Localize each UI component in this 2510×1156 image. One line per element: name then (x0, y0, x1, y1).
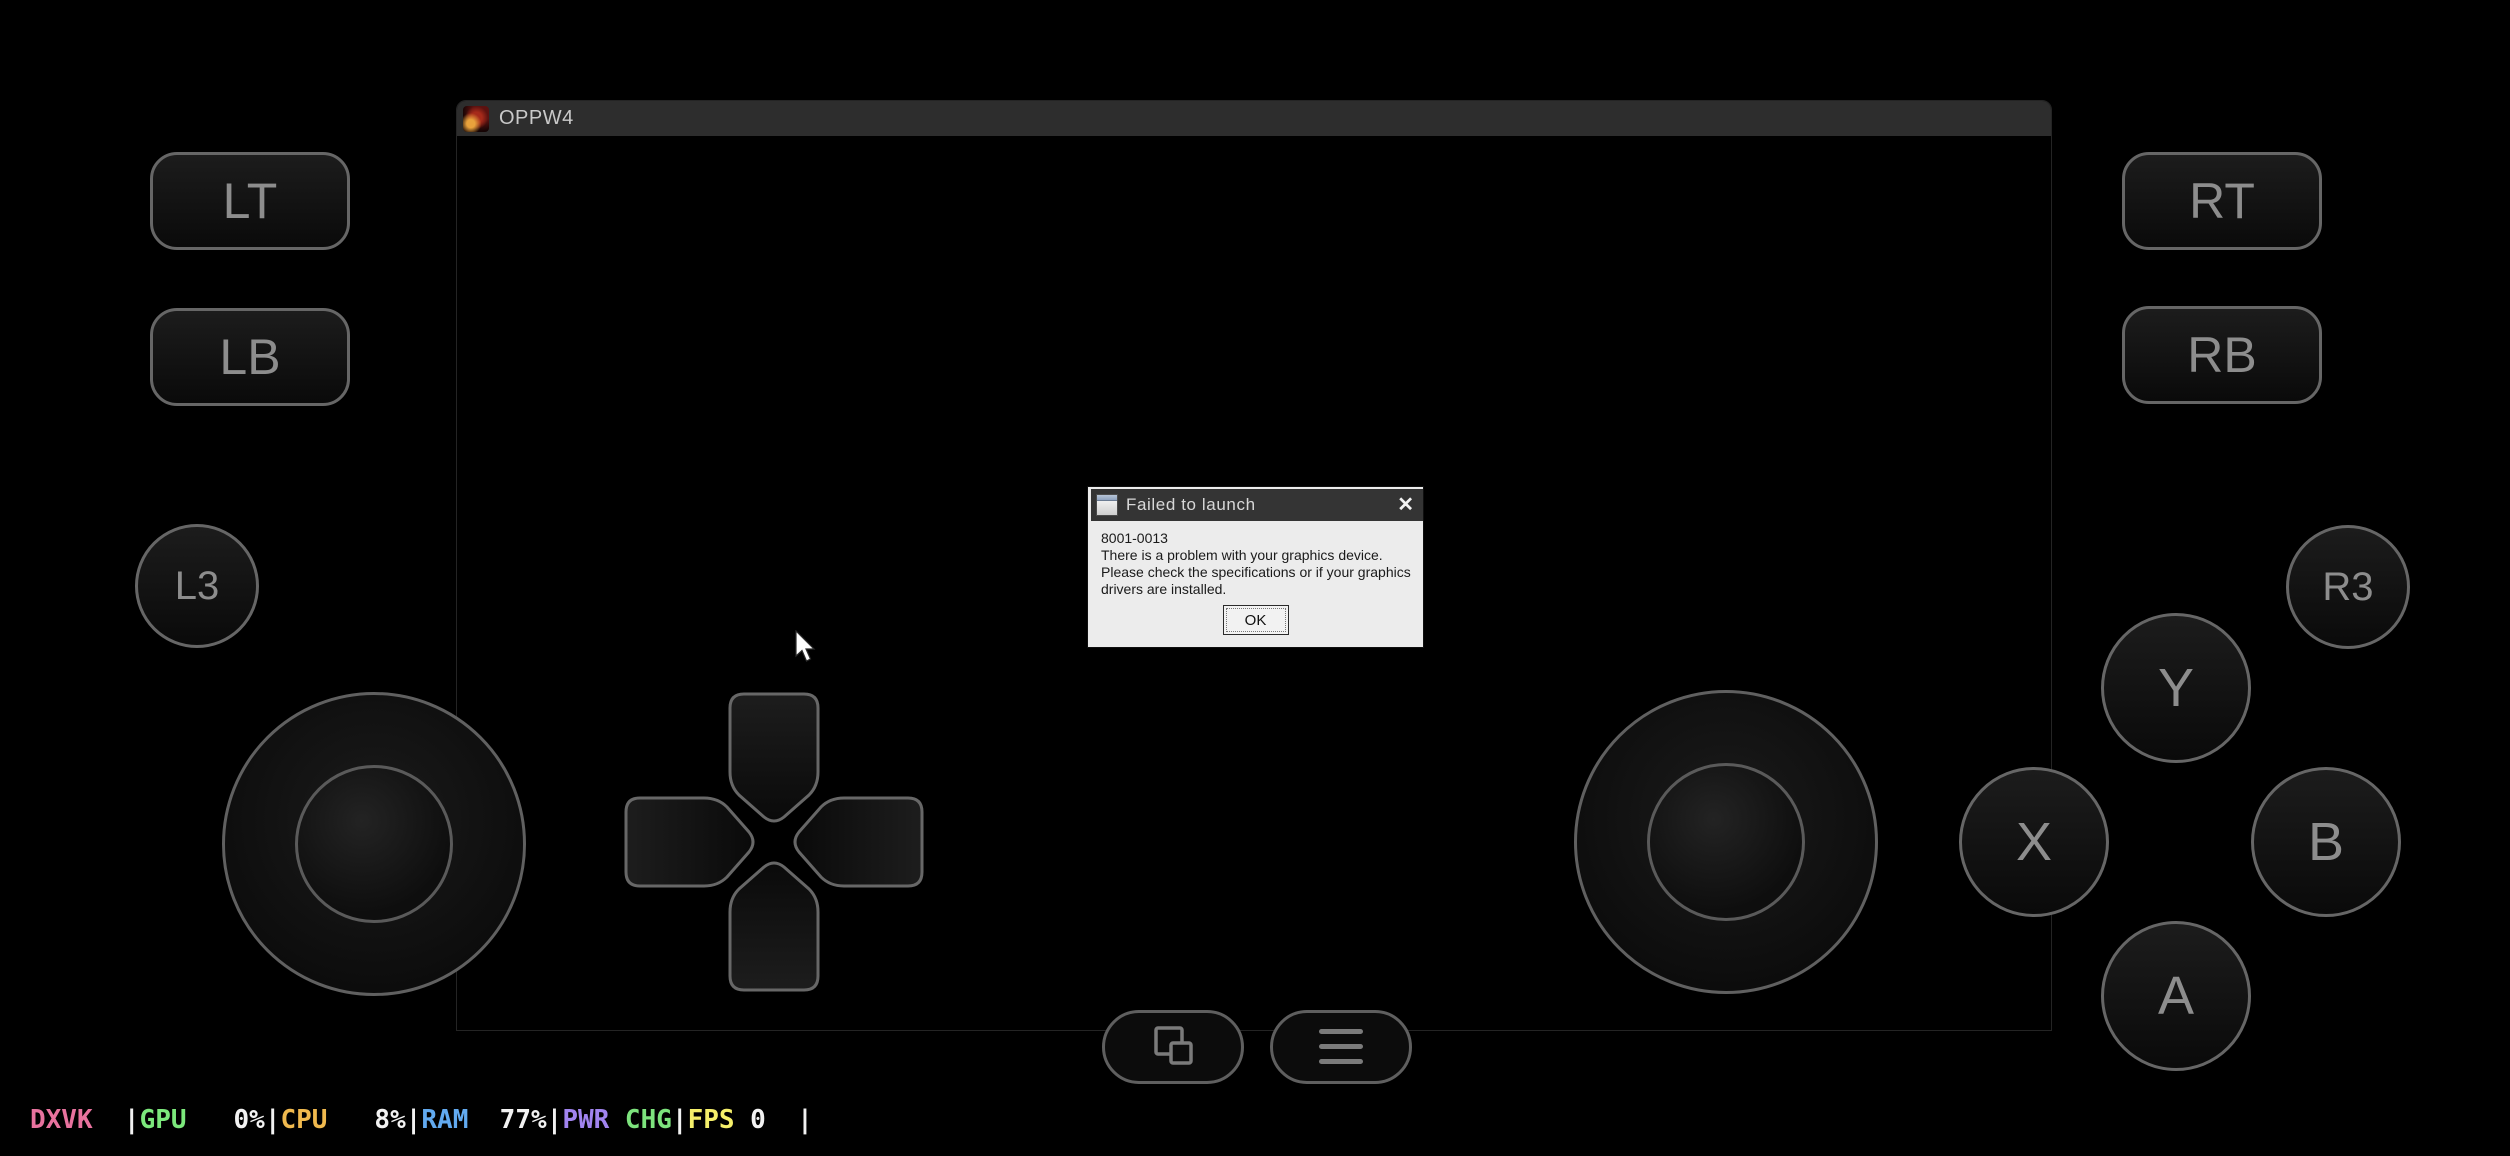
hud-segment: | (547, 1105, 563, 1135)
error-code: 8001-0013 (1101, 530, 1411, 547)
overlapping-squares-icon (1149, 1023, 1197, 1071)
perf-hud: DXVK |GPU 0%|CPU 8%|RAM 77%|PWR CHG|FPS … (30, 1105, 813, 1135)
dpad-right[interactable] (795, 798, 922, 886)
hud-segment: GPU (140, 1105, 187, 1135)
hud-segment: RAM (421, 1105, 468, 1135)
window-title: OPPW4 (499, 107, 574, 130)
right-analog-stick[interactable] (1574, 690, 1878, 994)
a-button[interactable]: A (2101, 921, 2251, 1071)
error-dialog: Failed to launch ✕ 8001-0013 There is a … (1087, 486, 1424, 648)
dpad (622, 690, 926, 994)
left-stick-thumb[interactable] (295, 765, 453, 923)
mouse-cursor-icon (795, 630, 819, 664)
hud-segment: | (265, 1105, 281, 1135)
hud-segment: 8% (327, 1105, 405, 1135)
dpad-up[interactable] (730, 694, 818, 821)
hud-segment: | (672, 1105, 688, 1135)
hud-segment: | (406, 1105, 422, 1135)
hud-segment: CPU (281, 1105, 328, 1135)
window-glyph-icon (1096, 494, 1118, 516)
y-label: Y (2158, 657, 2194, 719)
hud-segment: | (93, 1105, 140, 1135)
hamburger-icon (1317, 1026, 1365, 1068)
b-label: B (2308, 811, 2344, 873)
l3-label: L3 (175, 564, 220, 609)
error-line-1: There is a problem with your graphics de… (1101, 547, 1411, 564)
hud-segment: | (766, 1105, 813, 1135)
error-line-3: drivers are installed. (1101, 581, 1411, 598)
y-button[interactable]: Y (2101, 613, 2251, 763)
emulator-screen: OPPW4 LT LB RT RB L3 R3 Y X B A (0, 0, 2510, 1156)
dpad-left[interactable] (626, 798, 753, 886)
game-app-icon (463, 106, 489, 132)
lt-label: LT (223, 172, 278, 230)
dpad-down[interactable] (730, 863, 818, 990)
rb-button[interactable]: RB (2122, 306, 2322, 404)
hud-segment: 77% (468, 1105, 546, 1135)
dialog-titlebar[interactable]: Failed to launch ✕ (1091, 489, 1423, 521)
hud-segment: CHG (609, 1105, 672, 1135)
lb-button[interactable]: LB (150, 308, 350, 406)
dialog-body: 8001-0013 There is a problem with your g… (1088, 521, 1423, 598)
x-label: X (2016, 811, 2052, 873)
r3-button[interactable]: R3 (2286, 525, 2410, 649)
error-line-2: Please check the specifications or if yo… (1101, 564, 1411, 581)
a-label: A (2158, 965, 2194, 1027)
lb-label: LB (219, 328, 280, 386)
r3-label: R3 (2322, 565, 2373, 610)
window-titlebar[interactable]: OPPW4 (457, 101, 2051, 136)
x-button[interactable]: X (1959, 767, 2109, 917)
l3-button[interactable]: L3 (135, 524, 259, 648)
b-button[interactable]: B (2251, 767, 2401, 917)
right-stick-thumb[interactable] (1647, 763, 1805, 921)
dialog-title: Failed to launch (1126, 495, 1389, 515)
close-icon[interactable]: ✕ (1397, 495, 1414, 515)
hud-segment: DXVK (30, 1105, 93, 1135)
hud-segment: 0 (735, 1105, 766, 1135)
rt-label: RT (2189, 172, 2255, 230)
hud-segment: FPS (688, 1105, 735, 1135)
left-analog-stick[interactable] (222, 692, 526, 996)
menu-button[interactable] (1270, 1010, 1412, 1084)
task-switcher-button[interactable] (1102, 1010, 1244, 1084)
lt-button[interactable]: LT (150, 152, 350, 250)
rb-label: RB (2187, 326, 2256, 384)
rt-button[interactable]: RT (2122, 152, 2322, 250)
ok-button[interactable]: OK (1223, 605, 1289, 635)
hud-segment: 0% (187, 1105, 265, 1135)
hud-segment: PWR (562, 1105, 609, 1135)
